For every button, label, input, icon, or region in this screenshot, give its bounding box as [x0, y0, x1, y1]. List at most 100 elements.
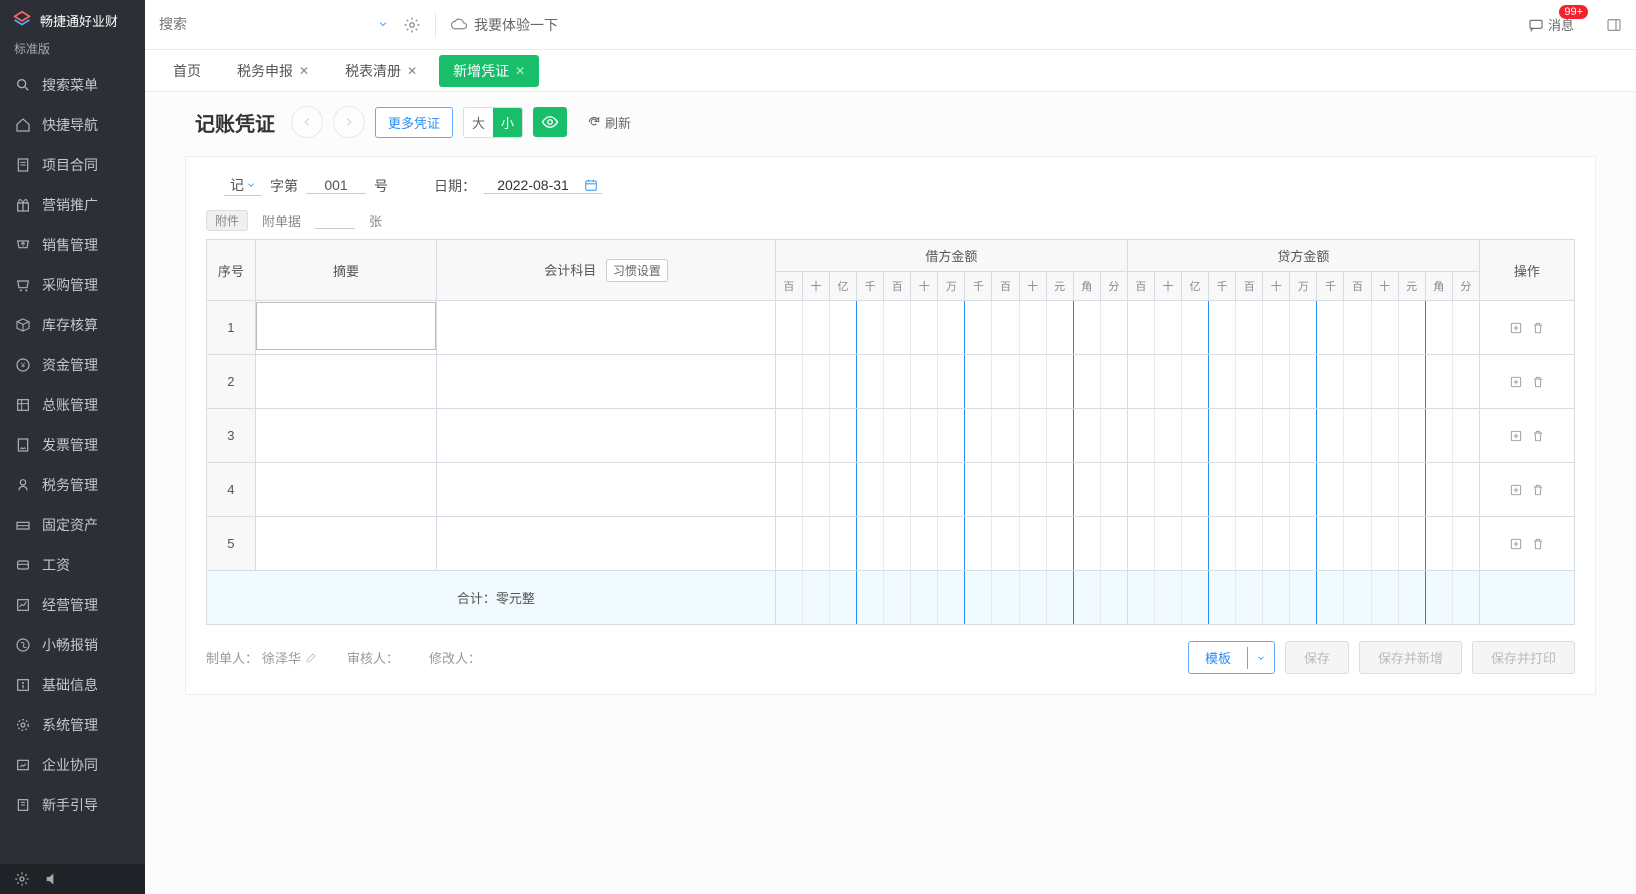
gear-icon[interactable] [403, 16, 421, 34]
close-icon[interactable]: ✕ [299, 64, 309, 78]
voucher-number-input[interactable] [306, 177, 366, 194]
delete-row-icon[interactable] [1531, 429, 1545, 443]
row-seq: 5 [207, 517, 256, 571]
add-row-icon[interactable] [1509, 321, 1523, 335]
money-icon: ¥ [14, 356, 32, 374]
add-row-icon[interactable] [1509, 375, 1523, 389]
maker-info: 制单人： 徐泽华 [206, 648, 317, 667]
sidebar-item-5[interactable]: 采购管理 [0, 265, 145, 305]
panel-toggle-icon[interactable] [1606, 17, 1622, 33]
subject-cell[interactable] [437, 517, 776, 571]
credit-cell[interactable] [1127, 463, 1479, 517]
save-button[interactable]: 保存 [1285, 641, 1349, 674]
subject-cell[interactable] [437, 409, 776, 463]
brand-logo-icon [10, 8, 34, 32]
size-large-option[interactable]: 大 [464, 108, 493, 137]
sidebar-item-7[interactable]: ¥资金管理 [0, 345, 145, 385]
divider [435, 13, 436, 37]
sidebar-item-12[interactable]: 工资 [0, 545, 145, 585]
edit-icon[interactable] [305, 652, 317, 664]
summary-cell[interactable] [255, 463, 436, 517]
summary-input[interactable] [256, 302, 436, 350]
sidebar-item-1[interactable]: 快捷导航 [0, 105, 145, 145]
attachment-row: 附件 附单据 张 [206, 210, 1575, 231]
delete-row-icon[interactable] [1531, 321, 1545, 335]
sidebar-item-15[interactable]: 基础信息 [0, 665, 145, 705]
preview-button[interactable] [533, 107, 567, 137]
subject-cell[interactable] [437, 463, 776, 517]
next-button[interactable] [333, 106, 365, 138]
collab-icon [14, 756, 32, 774]
credit-cell[interactable] [1127, 355, 1479, 409]
summary-cell[interactable] [255, 355, 436, 409]
experience-link[interactable]: 我要体验一下 [450, 15, 558, 35]
add-row-icon[interactable] [1509, 537, 1523, 551]
credit-cell[interactable] [1127, 517, 1479, 571]
sidebar-item-11[interactable]: 固定资产 [0, 505, 145, 545]
sidebar-item-label: 销售管理 [42, 235, 98, 255]
prev-button[interactable] [291, 106, 323, 138]
delete-row-icon[interactable] [1531, 375, 1545, 389]
sidebar-item-9[interactable]: 发票管理 [0, 425, 145, 465]
debit-cell[interactable] [775, 355, 1127, 409]
sidebar-item-4[interactable]: 销售管理 [0, 225, 145, 265]
debit-cell[interactable] [775, 463, 1127, 517]
sidebar-item-14[interactable]: 小畅报销 [0, 625, 145, 665]
messages-button[interactable]: 消息 99+ [1528, 15, 1574, 34]
delete-row-icon[interactable] [1531, 483, 1545, 497]
save-print-button[interactable]: 保存并打印 [1472, 641, 1575, 674]
main-area: 我要体验一下 消息 99+ 首页税务申报✕税表清册✕新增凭证✕ 记账凭证 更多凭… [145, 0, 1636, 894]
summary-cell[interactable] [255, 409, 436, 463]
habit-settings-button[interactable]: 习惯设置 [606, 259, 668, 282]
sidebar-item-8[interactable]: 总账管理 [0, 385, 145, 425]
global-search[interactable] [159, 16, 389, 33]
attachment-tag[interactable]: 附件 [206, 210, 248, 231]
settings-icon[interactable] [14, 871, 30, 887]
sidebar-item-0[interactable]: 搜索菜单 [0, 65, 145, 105]
more-voucher-button[interactable]: 更多凭证 [375, 107, 453, 138]
template-button[interactable]: 模板 [1188, 641, 1275, 674]
add-row-icon[interactable] [1509, 429, 1523, 443]
sidebar-item-18[interactable]: 新手引导 [0, 785, 145, 825]
voucher-type-select[interactable]: 记 [224, 175, 262, 196]
debit-cell[interactable] [775, 517, 1127, 571]
delete-row-icon[interactable] [1531, 537, 1545, 551]
attachment-count-input[interactable] [315, 213, 355, 229]
save-new-button[interactable]: 保存并新增 [1359, 641, 1462, 674]
table-row: 5 [207, 517, 1575, 571]
header-op: 操作 [1479, 240, 1574, 301]
summary-cell[interactable] [255, 517, 436, 571]
date-picker[interactable] [484, 177, 602, 194]
tab-1[interactable]: 税务申报✕ [223, 55, 323, 87]
sidebar-item-2[interactable]: 项目合同 [0, 145, 145, 185]
sidebar-item-17[interactable]: 企业协同 [0, 745, 145, 785]
subject-cell[interactable] [437, 301, 776, 355]
sidebar-item-16[interactable]: 系统管理 [0, 705, 145, 745]
add-row-icon[interactable] [1509, 483, 1523, 497]
debit-cell[interactable] [775, 409, 1127, 463]
date-input[interactable] [488, 177, 578, 193]
refresh-button[interactable]: 刷新 [587, 113, 631, 132]
size-small-option[interactable]: 小 [493, 108, 522, 137]
sidebar-item-6[interactable]: 库存核算 [0, 305, 145, 345]
row-seq: 1 [207, 301, 256, 355]
chevron-down-icon[interactable] [377, 18, 389, 30]
row-ops [1479, 409, 1574, 463]
sidebar-item-13[interactable]: 经营管理 [0, 585, 145, 625]
credit-cell[interactable] [1127, 301, 1479, 355]
sidebar-item-10[interactable]: 税务管理 [0, 465, 145, 505]
debit-cell[interactable] [775, 301, 1127, 355]
close-icon[interactable]: ✕ [515, 64, 525, 78]
tab-2[interactable]: 税表清册✕ [331, 55, 431, 87]
sound-icon[interactable] [44, 871, 60, 887]
tab-0[interactable]: 首页 [159, 55, 215, 87]
close-icon[interactable]: ✕ [407, 64, 417, 78]
summary-cell[interactable] [255, 301, 436, 355]
chevron-down-icon[interactable] [1247, 647, 1274, 669]
sidebar-item-label: 快捷导航 [42, 115, 98, 135]
credit-cell[interactable] [1127, 409, 1479, 463]
search-input[interactable] [159, 16, 369, 32]
subject-cell[interactable] [437, 355, 776, 409]
tab-3[interactable]: 新增凭证✕ [439, 55, 539, 87]
sidebar-item-3[interactable]: 营销推广 [0, 185, 145, 225]
